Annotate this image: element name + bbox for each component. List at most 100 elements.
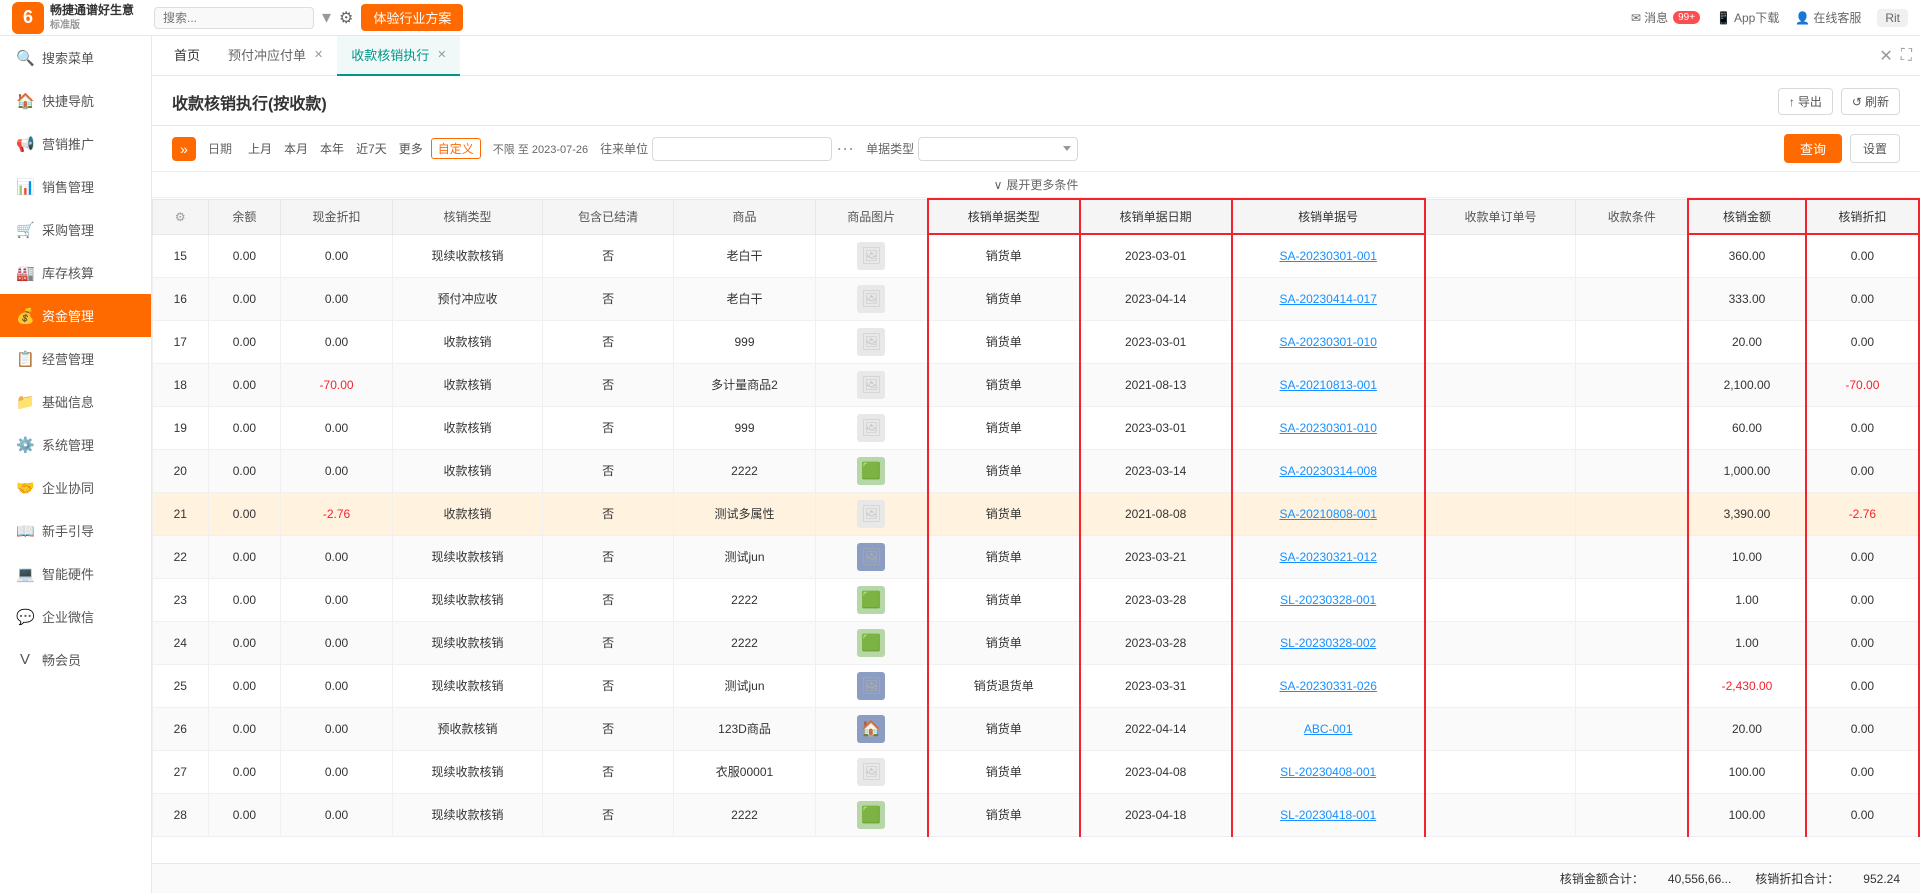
sidebar-item-hardware[interactable]: 💻 智能硬件	[0, 552, 151, 595]
sidebar-item-inventory[interactable]: 🏭 库存核算	[0, 251, 151, 294]
cell-product-img: 🖼	[815, 234, 927, 277]
cell-write-off-bill-date: 2023-04-18	[1080, 793, 1232, 836]
cell-write-off-type: 收款核销	[392, 320, 542, 363]
cell-write-off-bill-no[interactable]: SA-20230321-012	[1232, 535, 1425, 578]
cell-write-off-amount: 60.00	[1688, 406, 1806, 449]
cell-write-off-bill-type: 销货单	[928, 492, 1080, 535]
sidebar-item-weixin[interactable]: 💬 企业微信	[0, 595, 151, 638]
search-icon: 🔍	[16, 49, 34, 67]
sidebar-item-sales[interactable]: 📊 销售管理	[0, 165, 151, 208]
bill-type-filter-select[interactable]	[918, 137, 1078, 161]
cell-id: 22	[153, 535, 209, 578]
cell-write-off-bill-type: 销货单	[928, 449, 1080, 492]
cell-cash-discount: 0.00	[281, 277, 393, 320]
sidebar-item-finance[interactable]: 💰 资金管理	[0, 294, 151, 337]
cell-write-off-amount: 100.00	[1688, 750, 1806, 793]
filter-expand-button[interactable]: »	[172, 137, 196, 161]
cell-receipt-condition	[1576, 363, 1688, 406]
user-menu[interactable]: Rit	[1877, 9, 1908, 27]
date-this-month[interactable]: 本月	[280, 138, 312, 159]
tab-prepay[interactable]: 预付冲应付单 ✕	[214, 36, 337, 76]
date-this-year[interactable]: 本年	[316, 138, 348, 159]
sidebar-item-system[interactable]: ⚙️ 系统管理	[0, 423, 151, 466]
date-last-month[interactable]: 上月	[244, 138, 276, 159]
cell-product: 123D商品	[674, 707, 816, 750]
cell-write-off-bill-no[interactable]: ABC-001	[1232, 707, 1425, 750]
cell-write-off-bill-no[interactable]: SL-20230328-002	[1232, 621, 1425, 664]
sidebar-item-purchase[interactable]: 🛒 采购管理	[0, 208, 151, 251]
sidebar-item-vip[interactable]: V 畅会员	[0, 638, 151, 681]
table-area: ⚙ 余额 现金折扣 核销类型 包含已结清 商品 商品图片 核销单据类型 核销单据…	[152, 198, 1920, 863]
cell-write-off-bill-type: 销货单	[928, 406, 1080, 449]
tab-close-write-off[interactable]: ✕	[437, 48, 446, 61]
guide-icon: 📖	[16, 522, 34, 540]
cell-write-off-discount: -70.00	[1806, 363, 1919, 406]
close-window-icon[interactable]: ✕	[1879, 46, 1892, 66]
sidebar-item-label: 系统管理	[42, 435, 94, 454]
cell-include-settled: 否	[543, 707, 674, 750]
cell-write-off-bill-no[interactable]: SA-20210813-001	[1232, 363, 1425, 406]
cell-cash-discount: 0.00	[281, 406, 393, 449]
cell-balance: 0.00	[208, 406, 281, 449]
sidebar-item-label: 销售管理	[42, 177, 94, 196]
dropdown-icon[interactable]: ▾	[322, 7, 331, 28]
sidebar-item-marketing[interactable]: 📢 营销推广	[0, 122, 151, 165]
cell-write-off-bill-date: 2023-03-28	[1080, 578, 1232, 621]
date-more[interactable]: 更多	[395, 138, 427, 159]
online-service-button[interactable]: 👤 在线客服	[1795, 9, 1861, 26]
product-image: 🟩	[857, 586, 885, 614]
expand-more-button[interactable]: ∨ 展开更多条件	[994, 176, 1079, 193]
cell-id: 26	[153, 707, 209, 750]
cell-write-off-bill-no[interactable]: SA-20230314-008	[1232, 449, 1425, 492]
partner-filter-dots[interactable]: ···	[836, 138, 854, 159]
cell-write-off-bill-no[interactable]: SA-20230301-010	[1232, 406, 1425, 449]
cell-id: 23	[153, 578, 209, 621]
sidebar-item-basic-info[interactable]: 📁 基础信息	[0, 380, 151, 423]
cell-write-off-bill-no[interactable]: SL-20230408-001	[1232, 750, 1425, 793]
partner-filter-input[interactable]	[652, 137, 832, 161]
brand-name: 畅捷通谱好生意 标准版	[50, 3, 134, 32]
cell-write-off-bill-no[interactable]: SA-20230301-001	[1232, 234, 1425, 277]
cell-write-off-bill-no[interactable]: SA-20230414-017	[1232, 277, 1425, 320]
sidebar-item-quicknav[interactable]: 🏠 快捷导航	[0, 79, 151, 122]
settings-icon[interactable]: ⚙	[339, 8, 353, 28]
cell-product: 老白干	[674, 277, 816, 320]
date-custom-btn[interactable]: 自定义	[431, 138, 481, 159]
table-row: 220.000.00现续收款核销否测试jun🖼销货单2023-03-21SA-2…	[153, 535, 1920, 578]
cell-include-settled: 否	[543, 793, 674, 836]
purchase-icon: 🛒	[16, 221, 34, 239]
cell-id: 25	[153, 664, 209, 707]
th-settings[interactable]: ⚙	[153, 199, 209, 234]
cell-write-off-bill-no[interactable]: SA-20230301-010	[1232, 320, 1425, 363]
messages-button[interactable]: ✉ 消息 99+	[1631, 9, 1700, 26]
th-product-img: 商品图片	[815, 199, 927, 234]
search-input[interactable]	[154, 7, 314, 29]
basic-info-icon: 📁	[16, 393, 34, 411]
cell-write-off-bill-no[interactable]: SA-20230331-026	[1232, 664, 1425, 707]
sidebar-item-guide[interactable]: 📖 新手引导	[0, 509, 151, 552]
tab-home[interactable]: 首页	[160, 36, 214, 76]
sidebar-item-collab[interactable]: 🤝 企业协同	[0, 466, 151, 509]
cell-write-off-bill-no[interactable]: SL-20230328-001	[1232, 578, 1425, 621]
tab-write-off[interactable]: 收款核销执行 ✕	[337, 36, 460, 76]
cell-write-off-amount: 2,100.00	[1688, 363, 1806, 406]
query-button[interactable]: 查询	[1784, 134, 1842, 163]
cell-write-off-discount: 0.00	[1806, 320, 1919, 363]
setting-button[interactable]: 设置	[1850, 134, 1900, 163]
cell-product-img: 🖼	[815, 664, 927, 707]
cell-write-off-bill-no[interactable]: SA-20210808-001	[1232, 492, 1425, 535]
refresh-button[interactable]: ↺ 刷新	[1841, 88, 1900, 115]
cell-write-off-bill-no[interactable]: SL-20230418-001	[1232, 793, 1425, 836]
th-write-off-type: 核销类型	[392, 199, 542, 234]
tab-close-prepay[interactable]: ✕	[314, 48, 323, 61]
date-recent7[interactable]: 近7天	[352, 138, 391, 159]
maximize-icon[interactable]: ⛶	[1901, 47, 1912, 65]
sidebar-item-management[interactable]: 📋 经营管理	[0, 337, 151, 380]
export-button[interactable]: ↑ 导出	[1778, 88, 1833, 115]
app-download-button[interactable]: 📱 App下载	[1716, 9, 1779, 26]
sidebar-item-search[interactable]: 🔍 搜索菜单	[0, 36, 151, 79]
industry-button[interactable]: 体验行业方案	[361, 4, 463, 31]
finance-icon: 💰	[16, 307, 34, 325]
footer-amount-label: 核销金额合计：	[1560, 870, 1644, 887]
cell-write-off-type: 收款核销	[392, 406, 542, 449]
